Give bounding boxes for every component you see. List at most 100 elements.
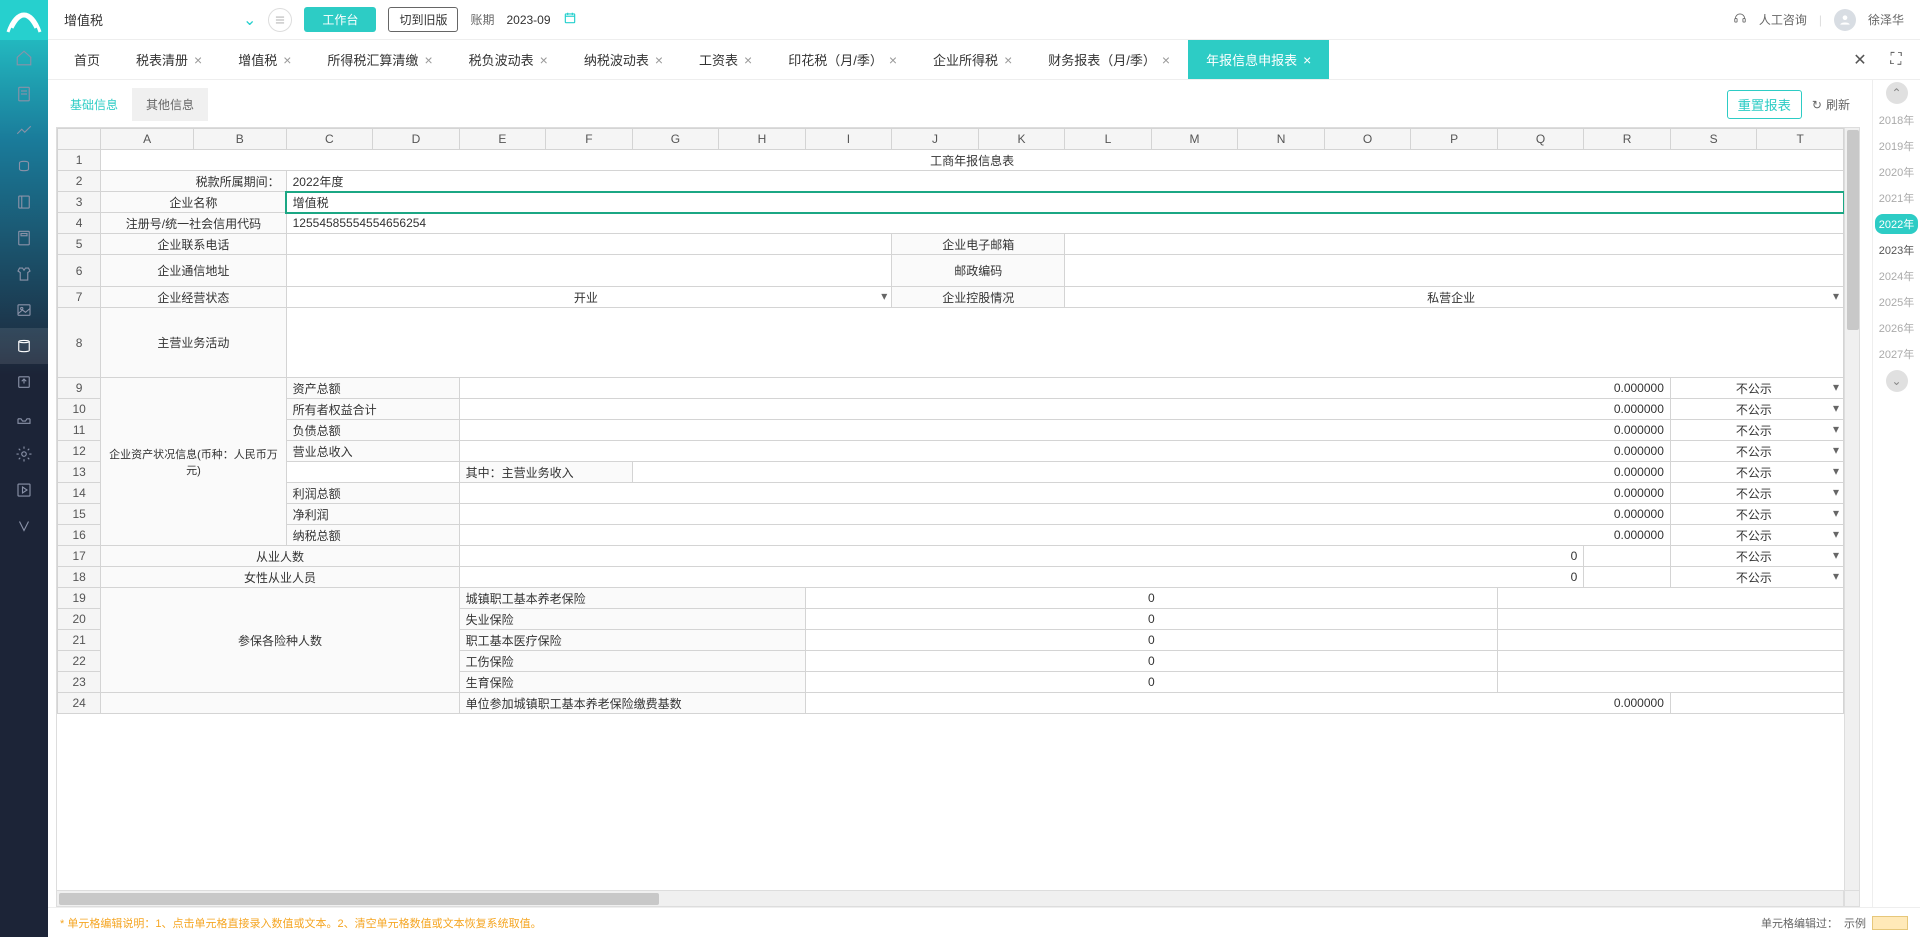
reset-report-button[interactable]: 重置报表 bbox=[1727, 90, 1802, 119]
col-header[interactable]: R bbox=[1584, 129, 1671, 150]
tab-企业所得税[interactable]: 企业所得税× bbox=[915, 40, 1030, 79]
row-header[interactable]: 5 bbox=[58, 234, 101, 255]
col-header[interactable]: B bbox=[193, 129, 286, 150]
col-header[interactable]: G bbox=[632, 129, 719, 150]
col-header[interactable]: O bbox=[1324, 129, 1411, 150]
nav-image-icon[interactable] bbox=[0, 292, 48, 328]
col-header[interactable]: T bbox=[1757, 129, 1844, 150]
publish-select[interactable]: 不公示 bbox=[1670, 399, 1843, 420]
col-header[interactable]: M bbox=[1151, 129, 1238, 150]
col-header[interactable]: D bbox=[373, 129, 460, 150]
close-icon[interactable]: × bbox=[744, 52, 752, 68]
close-icon[interactable]: × bbox=[1303, 52, 1311, 68]
row-header[interactable]: 20 bbox=[58, 609, 101, 630]
row-header[interactable]: 24 bbox=[58, 693, 101, 714]
year-2018年[interactable]: 2018年 bbox=[1875, 110, 1918, 130]
row-header[interactable]: 12 bbox=[58, 441, 101, 462]
nav-v-icon[interactable] bbox=[0, 508, 48, 544]
col-header[interactable]: N bbox=[1238, 129, 1325, 150]
refresh-button[interactable]: ↻ 刷新 bbox=[1812, 96, 1850, 113]
tab-税表清册[interactable]: 税表清册× bbox=[118, 40, 220, 79]
publish-select[interactable]: 不公示 bbox=[1670, 462, 1843, 483]
row-header[interactable]: 18 bbox=[58, 567, 101, 588]
row-header[interactable]: 11 bbox=[58, 420, 101, 441]
close-icon[interactable]: × bbox=[655, 52, 663, 68]
row-header[interactable]: 15 bbox=[58, 504, 101, 525]
row-header[interactable]: 23 bbox=[58, 672, 101, 693]
row-header[interactable]: 14 bbox=[58, 483, 101, 504]
switch-old-button[interactable]: 切到旧版 bbox=[388, 7, 458, 32]
spreadsheet-grid[interactable]: ABCDEFGHIJKLMNOPQRST1工商年报信息表2税款所属期间：2022… bbox=[56, 127, 1844, 891]
year-2024年[interactable]: 2024年 bbox=[1875, 266, 1918, 286]
year-2023年[interactable]: 2023年 bbox=[1875, 240, 1918, 260]
tabs-close-button[interactable]: ✕ bbox=[1846, 46, 1874, 74]
tab-工资表[interactable]: 工资表× bbox=[681, 40, 770, 79]
year-2027年[interactable]: 2027年 bbox=[1875, 344, 1918, 364]
row-header[interactable]: 9 bbox=[58, 378, 101, 399]
col-header[interactable]: Q bbox=[1497, 129, 1584, 150]
nav-book-icon[interactable] bbox=[0, 184, 48, 220]
row-header[interactable]: 1 bbox=[58, 150, 101, 171]
company-name-cell[interactable]: 增值税 bbox=[286, 192, 1843, 213]
row-header[interactable]: 6 bbox=[58, 255, 101, 287]
nav-export-icon[interactable] bbox=[0, 364, 48, 400]
business-status-select[interactable]: 开业 bbox=[286, 287, 892, 308]
tab-增值税[interactable]: 增值税× bbox=[220, 40, 309, 79]
row-header[interactable]: 17 bbox=[58, 546, 101, 567]
workspace-button[interactable]: 工作台 bbox=[304, 7, 376, 32]
close-icon[interactable]: × bbox=[889, 52, 897, 68]
col-header[interactable]: I bbox=[805, 129, 892, 150]
list-toggle-button[interactable] bbox=[268, 8, 292, 32]
col-header[interactable]: J bbox=[892, 129, 979, 150]
row-header[interactable]: 4 bbox=[58, 213, 101, 234]
row-header[interactable]: 16 bbox=[58, 525, 101, 546]
row-header[interactable]: 3 bbox=[58, 192, 101, 213]
consult-link[interactable]: 人工咨询 bbox=[1759, 11, 1807, 28]
row-header[interactable]: 19 bbox=[58, 588, 101, 609]
nav-play-icon[interactable] bbox=[0, 472, 48, 508]
horizontal-scrollbar[interactable] bbox=[56, 891, 1844, 907]
holding-select[interactable]: 私营企业 bbox=[1065, 287, 1844, 308]
row-header[interactable]: 2 bbox=[58, 171, 101, 192]
subtab-other[interactable]: 其他信息 bbox=[132, 88, 208, 121]
company-selector[interactable]: 增值税 ⌄ bbox=[64, 10, 256, 30]
col-header[interactable]: K bbox=[978, 129, 1065, 150]
row-header[interactable]: 7 bbox=[58, 287, 101, 308]
vertical-scrollbar[interactable] bbox=[1844, 127, 1860, 891]
col-header[interactable]: L bbox=[1065, 129, 1152, 150]
close-icon[interactable]: × bbox=[283, 52, 291, 68]
tab-印花税（月/季）[interactable]: 印花税（月/季）× bbox=[770, 40, 915, 79]
publish-select[interactable]: 不公示 bbox=[1670, 504, 1843, 525]
year-scroll-down[interactable]: ⌄ bbox=[1886, 370, 1908, 392]
publish-select[interactable]: 不公示 bbox=[1670, 525, 1843, 546]
year-2026年[interactable]: 2026年 bbox=[1875, 318, 1918, 338]
tab-年报信息申报表[interactable]: 年报信息申报表× bbox=[1188, 40, 1329, 79]
nav-calc-icon[interactable] bbox=[0, 220, 48, 256]
year-scroll-up[interactable]: ⌃ bbox=[1886, 82, 1908, 104]
col-header[interactable]: F bbox=[546, 129, 633, 150]
publish-select[interactable]: 不公示 bbox=[1670, 420, 1843, 441]
nav-inbox-icon[interactable] bbox=[0, 400, 48, 436]
tab-所得税汇算清缴[interactable]: 所得税汇算清缴× bbox=[309, 40, 450, 79]
nav-report-icon[interactable] bbox=[0, 328, 48, 364]
subtab-basic[interactable]: 基础信息 bbox=[56, 88, 132, 121]
year-2020年[interactable]: 2020年 bbox=[1875, 162, 1918, 182]
nav-settings-icon[interactable] bbox=[0, 436, 48, 472]
close-icon[interactable]: × bbox=[424, 52, 432, 68]
tab-财务报表（月/季）[interactable]: 财务报表（月/季）× bbox=[1030, 40, 1188, 79]
period-value[interactable]: 2023-09 bbox=[506, 13, 550, 27]
row-header[interactable]: 22 bbox=[58, 651, 101, 672]
close-icon[interactable]: × bbox=[194, 52, 202, 68]
year-2021年[interactable]: 2021年 bbox=[1875, 188, 1918, 208]
close-icon[interactable]: × bbox=[1162, 52, 1170, 68]
tab-首页[interactable]: 首页 bbox=[56, 40, 118, 79]
calendar-icon[interactable] bbox=[563, 11, 577, 28]
tabs-expand-button[interactable]: ⛶ bbox=[1882, 46, 1910, 74]
close-icon[interactable]: × bbox=[1004, 52, 1012, 68]
year-2022年[interactable]: 2022年 bbox=[1875, 214, 1918, 234]
col-header[interactable]: P bbox=[1411, 129, 1498, 150]
year-2025年[interactable]: 2025年 bbox=[1875, 292, 1918, 312]
row-header[interactable]: 13 bbox=[58, 462, 101, 483]
tab-税负波动表[interactable]: 税负波动表× bbox=[451, 40, 566, 79]
tab-纳税波动表[interactable]: 纳税波动表× bbox=[566, 40, 681, 79]
